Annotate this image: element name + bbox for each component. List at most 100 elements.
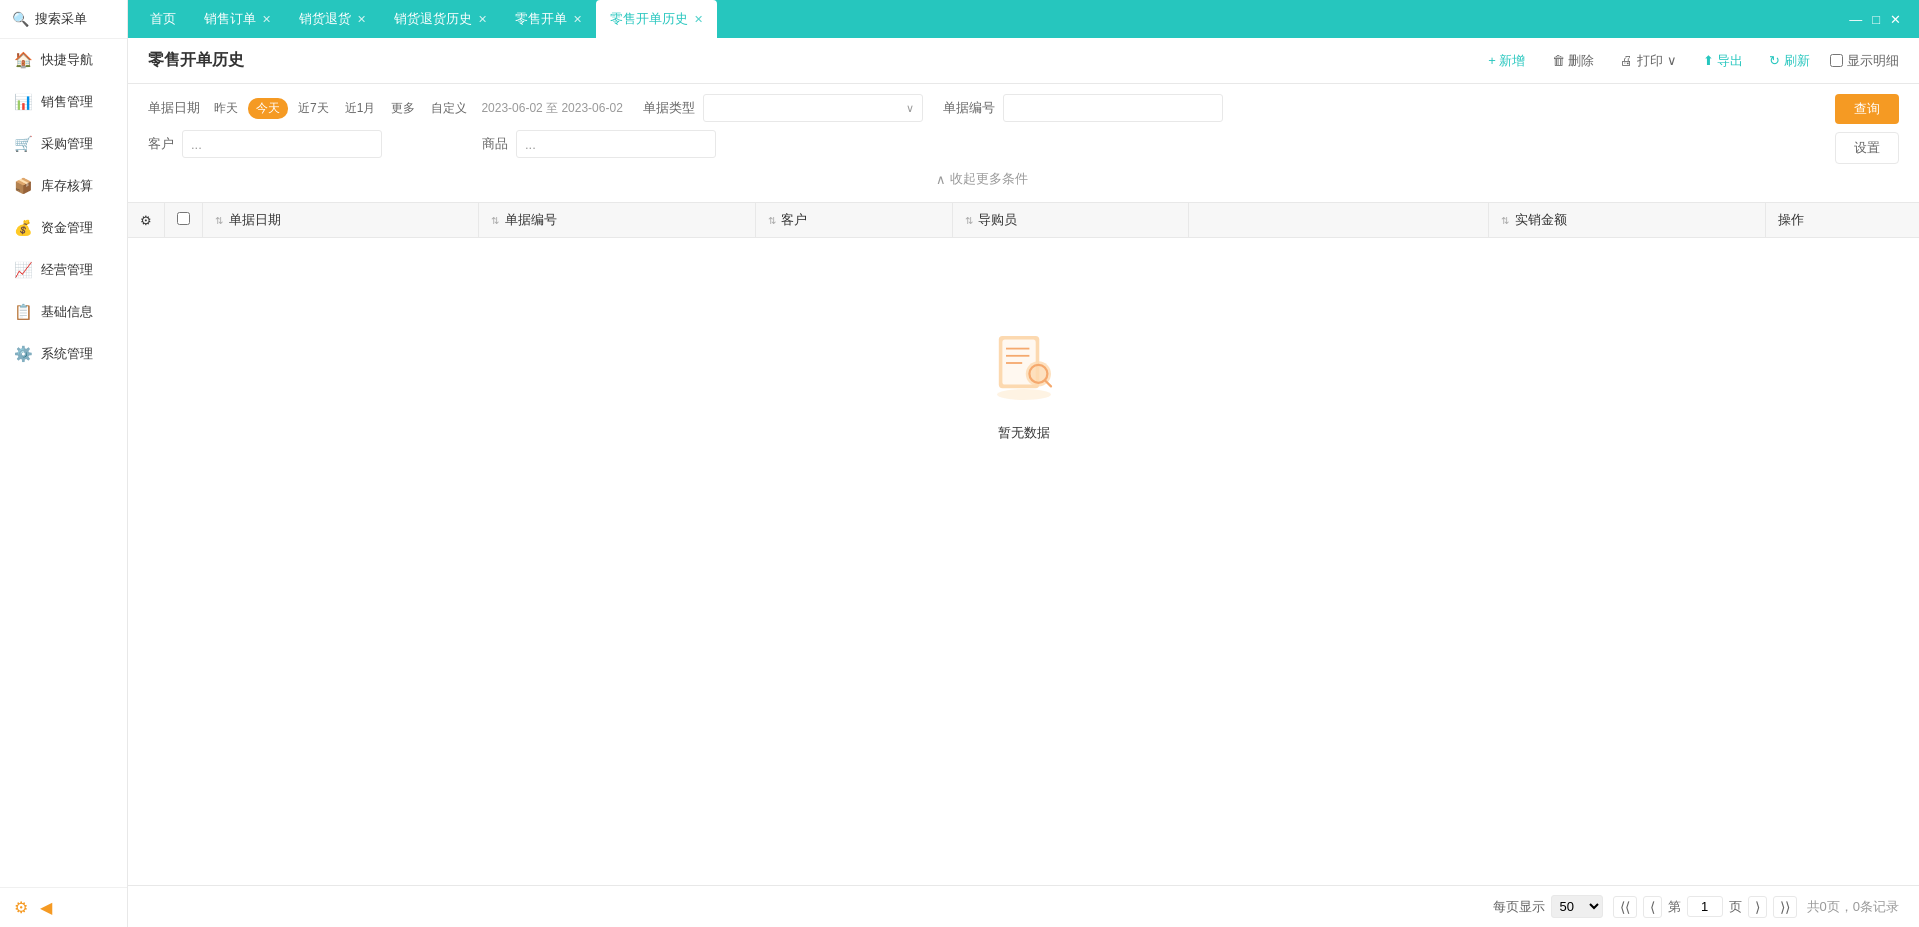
maximize-button[interactable]: □	[1872, 12, 1880, 27]
doc-type-field: 单据类型 ∨	[643, 94, 923, 122]
customer-field: 客户	[148, 130, 382, 158]
tab-sales-order-label: 销售订单	[204, 10, 256, 28]
page-number-input[interactable]	[1687, 896, 1723, 917]
th-settings[interactable]: ⚙	[128, 203, 165, 238]
chevron-up-icon: ∧	[936, 172, 946, 187]
th-customer[interactable]: ⇅ 客户	[755, 203, 952, 238]
collapse-row[interactable]: ∧ 收起更多条件	[148, 166, 1815, 192]
th-checkbox[interactable]	[165, 203, 203, 238]
date-1month-btn[interactable]: 近1月	[339, 98, 382, 119]
sidebar-item-label: 基础信息	[41, 303, 93, 321]
sidebar-item-label: 系统管理	[41, 345, 93, 363]
tab-sales-order[interactable]: 销售订单 ✕	[190, 0, 285, 38]
search-btn-group: 查询 设置	[1835, 94, 1899, 164]
last-page-button[interactable]: ⟩⟩	[1773, 896, 1797, 918]
select-all-checkbox[interactable]	[177, 212, 190, 225]
page-label: 第	[1668, 898, 1681, 916]
sidebar-item-sys-mgmt[interactable]: ⚙️ 系统管理	[0, 333, 127, 375]
doc-no-label: 单据编号	[943, 99, 995, 117]
sidebar-item-operations[interactable]: 📈 经营管理	[0, 249, 127, 291]
operations-icon: 📈	[14, 261, 33, 279]
sys-icon: ⚙️	[14, 345, 33, 363]
per-page-select[interactable]: 50 100 200	[1551, 895, 1603, 918]
sidebar-menu: 🏠 快捷导航 📊 销售管理 🛒 采购管理 📦 库存核算 💰 资金管理 📈 经营管…	[0, 39, 127, 887]
tab-sales-return-history-label: 销货退货历史	[394, 10, 472, 28]
date-filter: 昨天 今天 近7天 近1月 更多 自定义 2023-06-02 至 2023-0…	[208, 98, 623, 119]
total-info: 共0页，0条记录	[1807, 898, 1899, 916]
tab-retail-open[interactable]: 零售开单 ✕	[501, 0, 596, 38]
main-area: 首页 销售订单 ✕ 销货退货 ✕ 销货退货历史 ✕ 零售开单 ✕ 零售开单历史 …	[128, 0, 1919, 927]
first-page-button[interactable]: ⟨⟨	[1613, 896, 1637, 918]
pagination-bar: 每页显示 50 100 200 ⟨⟨ ⟨ 第 页 ⟩ ⟩⟩ 共0页，0条记录	[128, 885, 1919, 927]
th-salesperson[interactable]: ⇅ 导购员	[952, 203, 1189, 238]
settings-icon[interactable]: ⚙	[14, 898, 28, 917]
tab-sales-return-history-close[interactable]: ✕	[478, 13, 487, 26]
tab-home[interactable]: 首页	[136, 0, 190, 38]
tab-retail-history[interactable]: 零售开单历史 ✕	[596, 0, 717, 38]
query-button[interactable]: 查询	[1835, 94, 1899, 124]
sidebar-bottom: ⚙ ◀	[0, 887, 127, 927]
search-row-2: 客户 商品	[148, 130, 1815, 158]
date-label: 单据日期	[148, 99, 200, 117]
add-button[interactable]: + 新增	[1482, 48, 1531, 74]
page-header: 零售开单历史 + 新增 🗑 删除 🖨 打印 ∨ ⬆ 导出 ↻ 刷新 显示明细	[128, 38, 1919, 84]
prev-page-button[interactable]: ⟨	[1643, 896, 1662, 918]
tab-home-label: 首页	[150, 10, 176, 28]
tab-retail-open-label: 零售开单	[515, 10, 567, 28]
tab-sales-return[interactable]: 销货退货 ✕	[285, 0, 380, 38]
tab-retail-history-close[interactable]: ✕	[694, 13, 703, 26]
show-detail-checkbox[interactable]	[1830, 54, 1843, 67]
page-title: 零售开单历史	[148, 50, 244, 71]
sidebar-item-inventory[interactable]: 📦 库存核算	[0, 165, 127, 207]
goods-input[interactable]	[516, 130, 716, 158]
th-amount[interactable]: ⇅ 实销金额	[1489, 203, 1765, 238]
tab-retail-open-close[interactable]: ✕	[573, 13, 582, 26]
search-settings-button[interactable]: 设置	[1835, 132, 1899, 164]
customer-input[interactable]	[182, 130, 382, 158]
date-yesterday-btn[interactable]: 昨天	[208, 98, 244, 119]
header-actions: + 新增 🗑 删除 🖨 打印 ∨ ⬆ 导出 ↻ 刷新 显示明细	[1482, 48, 1899, 74]
export-button[interactable]: ⬆ 导出	[1697, 48, 1750, 74]
purchase-icon: 🛒	[14, 135, 33, 153]
show-detail-toggle[interactable]: 显示明细	[1830, 52, 1899, 70]
sidebar-item-base-info[interactable]: 📋 基础信息	[0, 291, 127, 333]
date-custom-btn[interactable]: 自定义	[425, 98, 473, 119]
minimize-button[interactable]: —	[1849, 12, 1862, 27]
sidebar-item-label: 经营管理	[41, 261, 93, 279]
data-table: ⚙ ⇅ 单据日期 ⇅ 单据编号 ⇅ 客户	[128, 203, 1919, 522]
sidebar-item-quick-nav[interactable]: 🏠 快捷导航	[0, 39, 127, 81]
refresh-button[interactable]: ↻ 刷新	[1763, 48, 1816, 74]
print-label: 🖨 打印	[1620, 52, 1663, 70]
window-controls: — □ ✕	[1839, 12, 1911, 27]
tab-sales-order-close[interactable]: ✕	[262, 13, 271, 26]
th-date[interactable]: ⇅ 单据日期	[203, 203, 479, 238]
delete-button[interactable]: 🗑 删除	[1546, 48, 1601, 74]
page-controls: ⟨⟨ ⟨ 第 页 ⟩ ⟩⟩	[1613, 896, 1797, 918]
date-today-btn[interactable]: 今天	[248, 98, 288, 119]
table-settings-icon[interactable]: ⚙	[140, 213, 152, 228]
sort-icon: ⇅	[215, 215, 223, 226]
doc-no-input[interactable]	[1003, 94, 1223, 122]
tab-sales-return-label: 销货退货	[299, 10, 351, 28]
sidebar-item-sales-mgmt[interactable]: 📊 销售管理	[0, 81, 127, 123]
refresh-label: ↻ 刷新	[1769, 52, 1810, 70]
doc-type-select[interactable]: ∨	[703, 94, 923, 122]
date-7days-btn[interactable]: 近7天	[292, 98, 335, 119]
print-button[interactable]: 🖨 打印 ∨	[1614, 48, 1683, 74]
th-doc-no[interactable]: ⇅ 单据编号	[479, 203, 755, 238]
sort-icon: ⇅	[965, 215, 973, 226]
next-page-button[interactable]: ⟩	[1748, 896, 1767, 918]
tab-sales-return-history[interactable]: 销货退货历史 ✕	[380, 0, 501, 38]
per-page-label: 每页显示	[1493, 898, 1545, 916]
empty-text: 暂无数据	[998, 424, 1050, 442]
doc-type-arrow-icon: ∨	[906, 102, 914, 115]
sidebar-item-finance[interactable]: 💰 资金管理	[0, 207, 127, 249]
sidebar-search[interactable]: 🔍 搜索采单	[0, 0, 127, 39]
sidebar-item-label: 采购管理	[41, 135, 93, 153]
tab-sales-return-close[interactable]: ✕	[357, 13, 366, 26]
close-window-button[interactable]: ✕	[1890, 12, 1901, 27]
goods-label: 商品	[482, 135, 508, 153]
date-more-btn[interactable]: 更多	[385, 98, 421, 119]
collapse-sidebar-icon[interactable]: ◀	[40, 898, 52, 917]
sidebar-item-purchase-mgmt[interactable]: 🛒 采购管理	[0, 123, 127, 165]
